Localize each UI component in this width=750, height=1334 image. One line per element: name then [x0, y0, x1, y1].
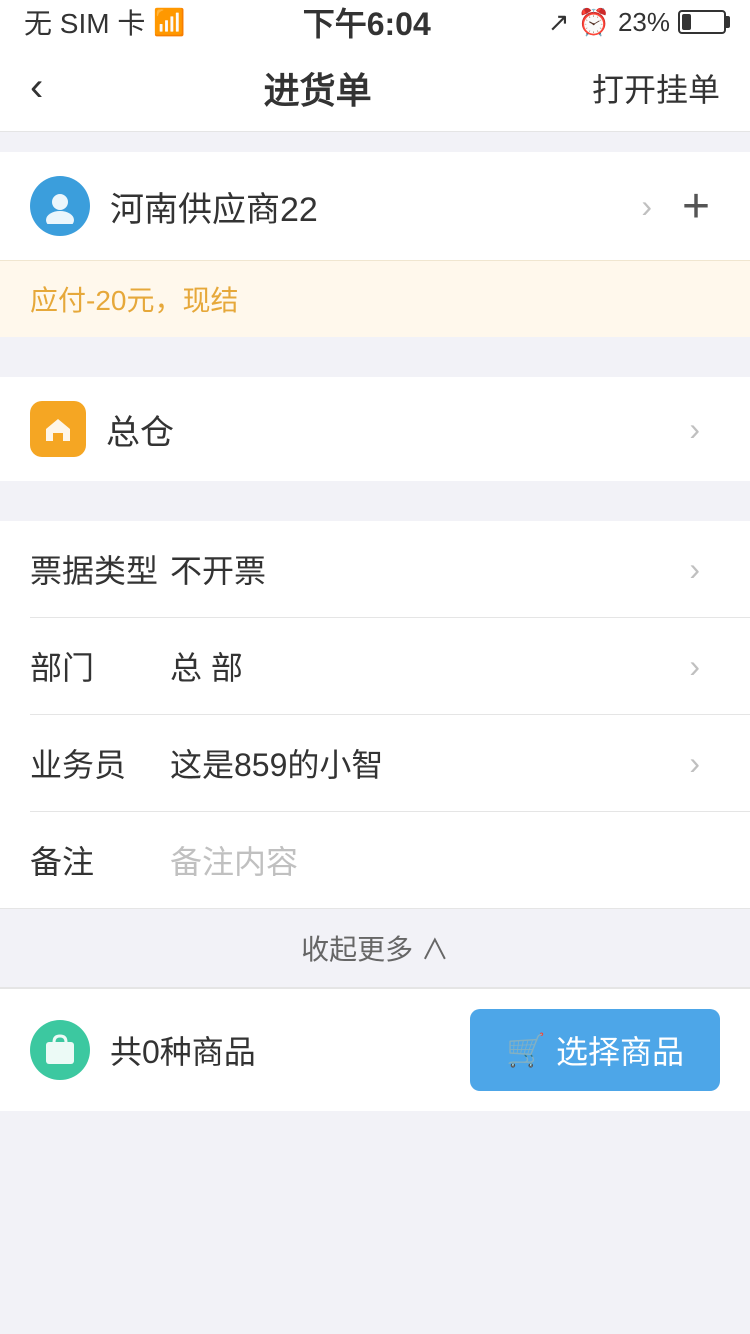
gap-1	[0, 132, 750, 152]
remark-input[interactable]: 备注内容	[170, 837, 720, 883]
warehouse-section: 总仓 ›	[0, 377, 750, 481]
supplier-name: 河南供应商22	[110, 182, 641, 231]
remark-row[interactable]: 备注 备注内容	[0, 812, 750, 908]
department-label: 部门	[30, 643, 170, 689]
supplier-notice: 应付-20元，现结	[0, 260, 750, 337]
status-right: ↗ ⏰ 23%	[548, 7, 726, 38]
alarm-icon: ⏰	[578, 7, 610, 38]
back-button[interactable]: ‹	[30, 65, 43, 110]
status-left: 无 SIM 卡 📶	[24, 2, 186, 42]
form-section: 票据类型 不开票 › 部门 总 部 › 业务员 这是859的小智 › 备注 备注…	[0, 521, 750, 908]
salesman-chevron-icon: ›	[689, 745, 700, 782]
supplier-avatar	[30, 176, 90, 236]
location-icon: ↗	[548, 7, 570, 38]
warehouse-name: 总仓	[106, 405, 689, 454]
battery-percent: 23%	[618, 7, 670, 38]
supplier-chevron-icon: ›	[641, 188, 652, 225]
warehouse-chevron-icon: ›	[689, 411, 700, 448]
wifi-icon: 📶	[153, 7, 185, 38]
department-row[interactable]: 部门 总 部 ›	[0, 618, 750, 714]
invoice-type-row[interactable]: 票据类型 不开票 ›	[0, 521, 750, 617]
gap-2	[0, 337, 750, 357]
content-area: 河南供应商22 › + 应付-20元，现结 总仓 › 票据类型 不开票 ›	[0, 132, 750, 1111]
open-pending-button[interactable]: 打开挂单	[592, 65, 720, 111]
supplier-section: 河南供应商22 › + 应付-20元，现结	[0, 152, 750, 337]
battery-icon	[678, 10, 726, 34]
invoice-type-value: 不开票	[170, 546, 689, 592]
select-product-button[interactable]: 🛒 选择商品	[470, 1009, 720, 1091]
salesman-label: 业务员	[30, 740, 170, 786]
department-value: 总 部	[170, 643, 689, 689]
carrier-text: 无 SIM 卡	[24, 2, 145, 42]
department-chevron-icon: ›	[689, 648, 700, 685]
nav-bar: ‹ 进货单 打开挂单	[0, 44, 750, 132]
status-bar: 无 SIM 卡 📶 下午6:04 ↗ ⏰ 23%	[0, 0, 750, 44]
invoice-chevron-icon: ›	[689, 551, 700, 588]
page-title: 进货单	[264, 62, 372, 114]
product-count-text: 共0种商品	[110, 1027, 470, 1073]
invoice-type-label: 票据类型	[30, 546, 170, 592]
product-icon	[30, 1020, 90, 1080]
salesman-row[interactable]: 业务员 这是859的小智 ›	[0, 715, 750, 811]
warehouse-icon	[30, 401, 86, 457]
select-product-label: 选择商品	[556, 1027, 684, 1073]
add-supplier-button[interactable]: +	[672, 179, 720, 234]
bottom-bar: 共0种商品 🛒 选择商品	[0, 988, 750, 1111]
supplier-row[interactable]: 河南供应商22 › +	[0, 152, 750, 260]
status-time: 下午6:04	[303, 0, 431, 45]
gap-3	[0, 481, 750, 501]
warehouse-row[interactable]: 总仓 ›	[0, 377, 750, 481]
collapse-button[interactable]: 收起更多 ∧	[0, 908, 750, 988]
salesman-value: 这是859的小智	[170, 740, 689, 786]
remark-label: 备注	[30, 837, 170, 883]
cart-icon: 🛒	[506, 1031, 546, 1069]
